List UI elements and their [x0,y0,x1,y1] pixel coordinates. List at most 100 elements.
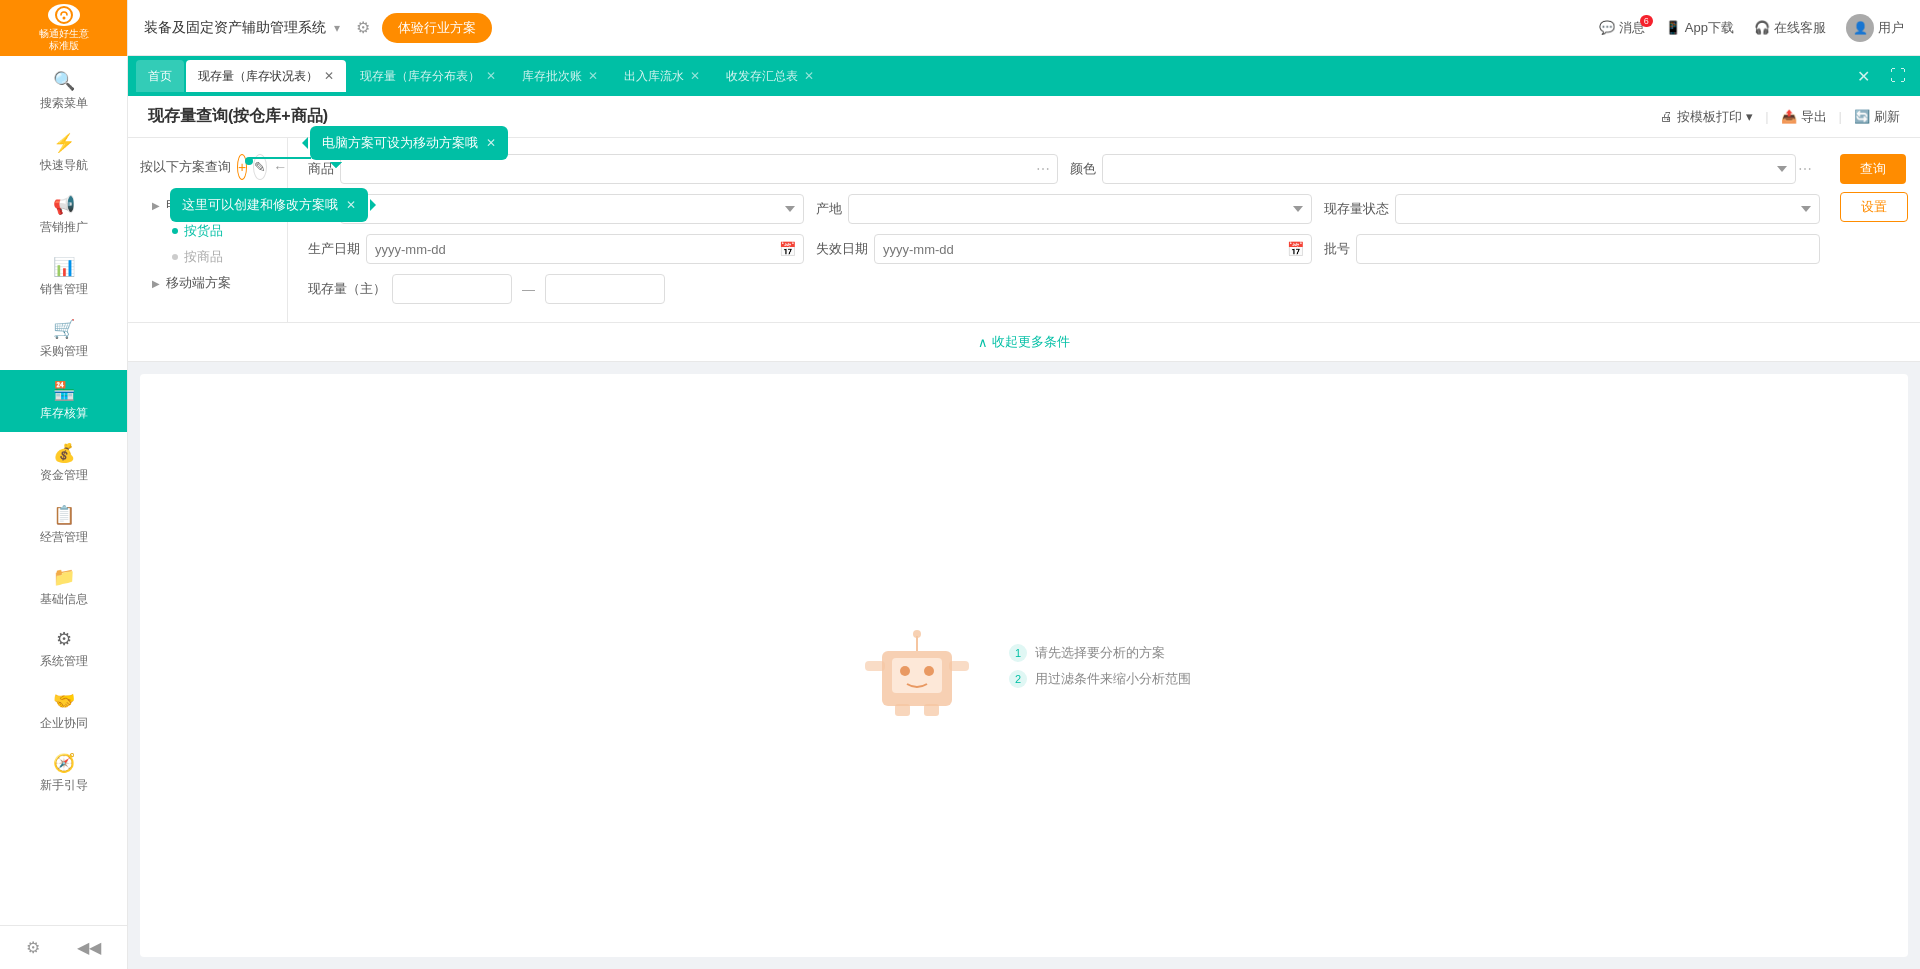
plan-dot2 [172,254,178,260]
svg-point-0 [56,7,72,23]
batch-input-wrapper [1356,234,1820,264]
sidebar-item-search[interactable]: 🔍 搜索菜单 [0,60,127,122]
system-dropdown-icon[interactable]: ▾ [334,21,340,35]
batch-input[interactable] [1356,234,1820,264]
tab-expand-icon[interactable]: ⛶ [1884,67,1912,85]
app-download-btn[interactable]: 📱 App下载 [1665,19,1734,37]
tab-batch-ledger[interactable]: 库存批次账 ✕ [510,60,610,92]
range-separator: — [518,282,539,297]
expire-date-label: 失效日期 [816,240,868,258]
export-btn[interactable]: 📤 导出 [1781,108,1827,126]
tooltip-1-container: 电脑方案可设为移动方案哦 ✕ [310,126,508,160]
empty-step-2: 2 用过滤条件来缩小分析范围 [1009,670,1191,688]
settings-icon[interactable]: ⚙ [356,18,370,37]
header-actions: 🖨 按模板打印 ▾ | 📤 导出 | 🔄 刷新 [1660,108,1900,126]
stock-qty-max-input[interactable] [545,274,665,304]
tab-home[interactable]: 首页 [136,60,184,92]
origin-select[interactable] [848,194,1312,224]
filter-main-panel: 商品 ⋯ 颜色 ⋯ [288,138,1840,322]
expire-date-icon[interactable]: 📅 [1287,241,1304,257]
collapse-row[interactable]: ∧ 收起更多条件 [128,323,1920,362]
tooltip-1-text: 电脑方案可设为移动方案哦 [322,134,478,152]
reset-button[interactable]: 设置 [1840,192,1908,222]
expand-icon-mobile: ▶ [152,278,160,289]
experience-button[interactable]: 体验行业方案 [382,13,492,43]
sidebar-settings-btn[interactable]: ⚙ [26,938,40,957]
color-more-icon[interactable]: ⋯ [1798,161,1812,177]
tab-in-out-flow[interactable]: 出入库流水 ✕ [612,60,712,92]
sidebar-item-finance[interactable]: 💰 资金管理 [0,432,127,494]
sidebar: 畅通好生意 标准版 🔍 搜索菜单 ⚡ 快速导航 📢 营销推广 📊 销售管理 🛒 … [0,0,128,969]
empty-illustration: 1 请先选择要分析的方案 2 用过滤条件来缩小分析范围 [857,606,1191,726]
print-btn[interactable]: 🖨 按模板打印 ▾ [1660,108,1753,126]
query-button[interactable]: 查询 [1840,154,1906,184]
filter-arrow-btn[interactable]: ← [273,159,287,175]
size-select[interactable] [340,194,804,224]
tab-inventory-dist[interactable]: 现存量（库存分布表） ✕ [348,60,508,92]
sidebar-item-basic[interactable]: 📁 基础信息 [0,556,127,618]
tab-close-inventory-dist[interactable]: ✕ [486,69,496,83]
tab-inventory-status[interactable]: 现存量（库存状况表） ✕ [186,60,346,92]
field-batch: 批号 [1324,234,1820,264]
content-area: 现存量查询(按仓库+商品) 🖨 按模板打印 ▾ | 📤 导出 | 🔄 刷新 [128,96,1920,969]
produce-date-input[interactable] [366,234,804,264]
expire-date-input[interactable] [874,234,1312,264]
user-btn[interactable]: 👤 用户 [1846,14,1904,42]
tab-close-inventory-status[interactable]: ✕ [324,69,334,83]
tab-bar-right: ✕ ⛶ [1851,67,1912,86]
field-produce-date: 生产日期 📅 [308,234,804,264]
svg-rect-7 [924,704,939,716]
tab-summary[interactable]: 收发存汇总表 ✕ [714,60,826,92]
produce-date-wrapper: 📅 [366,234,804,264]
message-icon: 💬 [1599,20,1615,35]
plan-node-by-product[interactable]: 按商品 [164,244,288,270]
sidebar-item-enterprise[interactable]: 🤝 企业协同 [0,680,127,742]
sidebar-bottom: ⚙ ◀◀ [0,925,127,969]
sidebar-item-inventory[interactable]: 🏪 库存核算 [0,370,127,432]
purchase-icon: 🛒 [53,318,75,340]
tab-bar: 首页 现存量（库存状况表） ✕ 现存量（库存分布表） ✕ 库存批次账 ✕ 出入库… [128,56,1920,96]
plan-pc-children: 按货品 按商品 [144,218,288,270]
tooltip-2: 这里可以创建和修改方案哦 ✕ [170,188,368,222]
edit-plan-btn[interactable]: ✎ [253,154,267,180]
finance-icon: 💰 [53,442,75,464]
tooltip-1-close[interactable]: ✕ [486,136,496,150]
origin-label: 产地 [816,200,842,218]
produce-date-icon[interactable]: 📅 [779,241,796,257]
sidebar-item-system[interactable]: ⚙ 系统管理 [0,618,127,680]
stock-status-select[interactable] [1395,194,1820,224]
color-select[interactable] [1102,154,1796,184]
tab-close-summary[interactable]: ✕ [804,69,814,83]
stock-qty-min-input[interactable] [392,274,512,304]
sidebar-item-guide[interactable]: 🧭 新手引导 [0,742,127,804]
phone-icon: 📱 [1665,20,1681,35]
page-title: 现存量查询(按仓库+商品) [148,106,328,127]
add-plan-btn[interactable]: + [237,154,247,180]
product-more-icon[interactable]: ⋯ [1036,161,1050,177]
refresh-btn[interactable]: 🔄 刷新 [1854,108,1900,126]
sidebar-item-sales[interactable]: 📊 销售管理 [0,246,127,308]
stock-status-select-wrapper [1395,194,1820,224]
field-stock-qty: 现存量（主） — [308,274,708,304]
message-badge: 6 [1640,15,1653,27]
sidebar-item-marketing[interactable]: 📢 营销推广 [0,184,127,246]
tab-close-in-out-flow[interactable]: ✕ [690,69,700,83]
expire-date-wrapper: 📅 [874,234,1312,264]
sidebar-item-quick-nav[interactable]: ⚡ 快速导航 [0,122,127,184]
online-support-btn[interactable]: 🎧 在线客服 [1754,19,1826,37]
empty-robot-icon [857,606,977,726]
tooltip-2-close[interactable]: ✕ [346,198,356,212]
filter-row-3: 生产日期 📅 失效日期 📅 批号 [308,234,1820,264]
origin-select-wrapper [848,194,1312,224]
system-name: 装备及固定资产辅助管理系统 [144,19,326,37]
field-color: 颜色 ⋯ [1070,154,1820,184]
tab-close-all-icon[interactable]: ✕ [1851,67,1876,86]
sidebar-item-purchase[interactable]: 🛒 采购管理 [0,308,127,370]
sidebar-collapse-btn[interactable]: ◀◀ [77,938,101,957]
plan-node-mobile[interactable]: ▶ 移动端方案 [144,270,288,296]
collapse-text: 收起更多条件 [992,333,1070,351]
tab-close-batch-ledger[interactable]: ✕ [588,69,598,83]
message-btn[interactable]: 💬 消息 6 [1599,19,1645,37]
sidebar-item-operation[interactable]: 📋 经营管理 [0,494,127,556]
field-size: 尺码 [308,194,804,224]
